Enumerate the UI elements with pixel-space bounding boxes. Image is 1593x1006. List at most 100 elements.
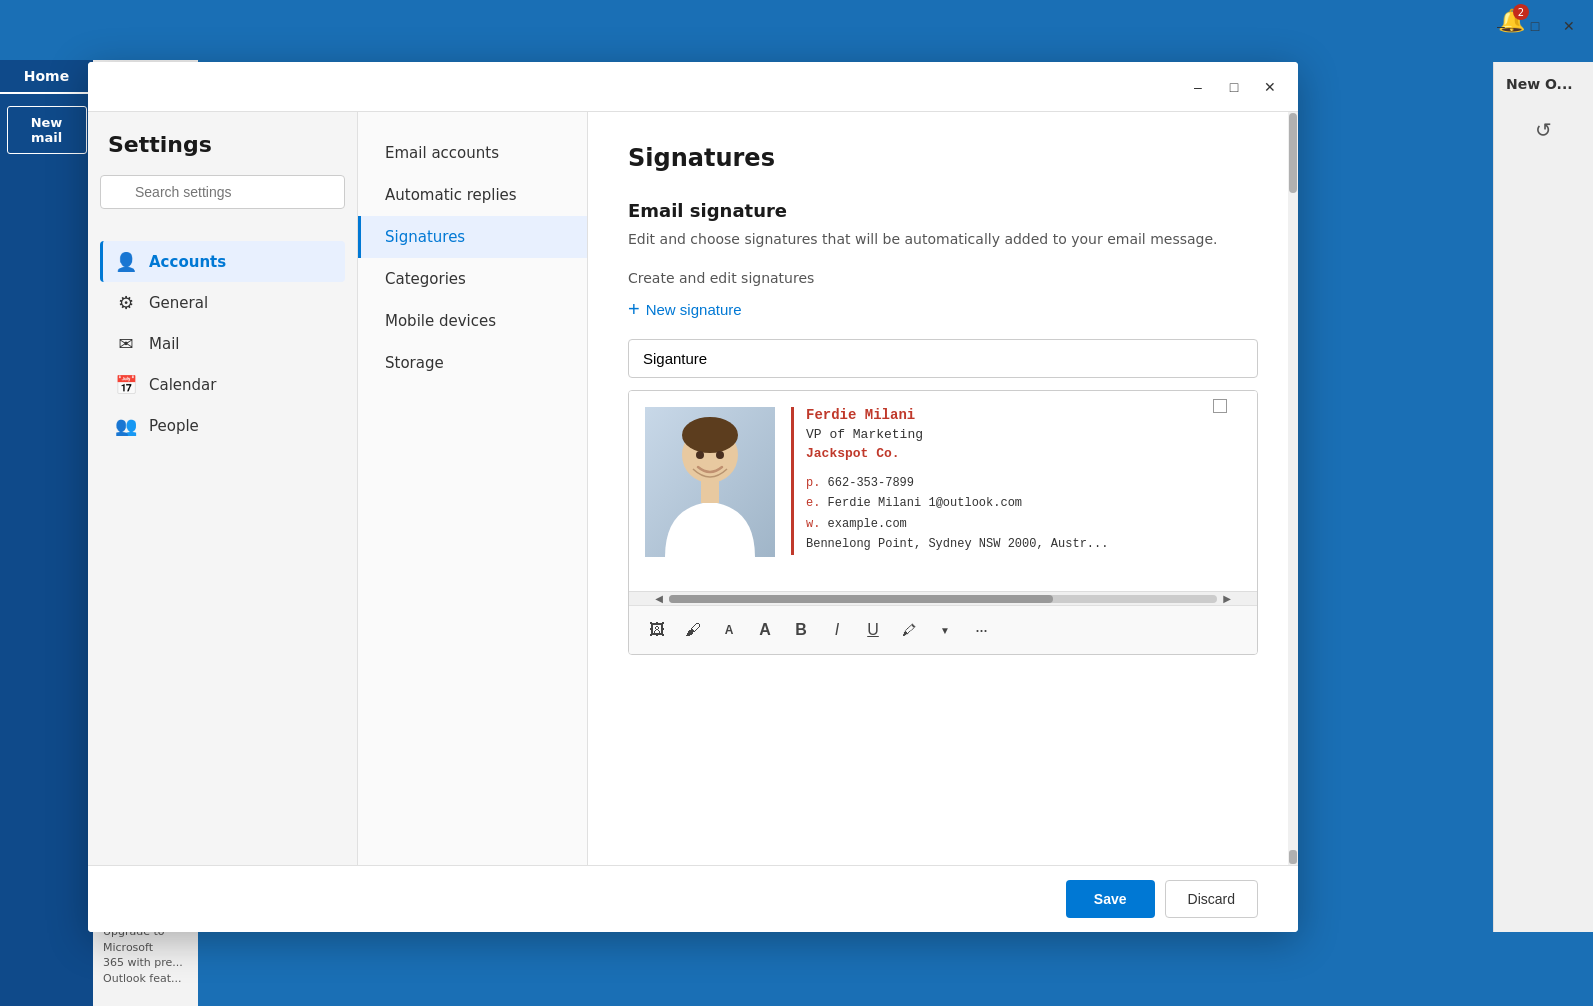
underline-button[interactable]: U xyxy=(857,614,889,646)
settings-subnav: Email accounts Automatic replies Signatu… xyxy=(358,112,588,865)
settings-nav: 👤 Accounts ⚙ General ✉ Mail 📅 Calendar xyxy=(100,241,345,446)
dialog-content: Settings 🔍 👤 Accounts ⚙ General ✉ xyxy=(88,112,1298,865)
subnav-categories[interactable]: Categories xyxy=(358,258,587,300)
signature-editor-container: Ferdie Milani VP of Marketing Jackspot C… xyxy=(628,390,1258,655)
accounts-icon: 👤 xyxy=(115,251,137,272)
search-settings-input[interactable] xyxy=(100,175,345,209)
settings-dialog: – □ ✕ Settings 🔍 👤 Accounts xyxy=(88,62,1298,932)
mail-icon: ✉ xyxy=(115,333,137,354)
horizontal-scrollbar-area: ◀ ▶ xyxy=(629,591,1257,605)
sig-email-line: e. Ferdie Milani 1@outlook.com xyxy=(806,493,1241,513)
svg-point-5 xyxy=(716,451,724,459)
scroll-left-button[interactable]: ◀ xyxy=(649,589,669,609)
paint-icon: 🖌 xyxy=(685,621,701,639)
highlight-dropdown-button[interactable]: ▼ xyxy=(929,614,961,646)
sig-web-line: w. example.com xyxy=(806,514,1241,534)
minimize-button[interactable]: – xyxy=(1485,10,1517,42)
email-signature-title: Email signature xyxy=(628,200,1258,221)
maximize-button[interactable]: □ xyxy=(1519,10,1551,42)
page-title: Signatures xyxy=(628,144,1258,172)
subnav-email-accounts[interactable]: Email accounts xyxy=(358,132,587,174)
subnav-automatic-replies[interactable]: Automatic replies xyxy=(358,174,587,216)
right-panel-peek: New O... ↺ xyxy=(1493,62,1593,932)
people-label: People xyxy=(149,417,199,435)
subnav-storage[interactable]: Storage xyxy=(358,342,587,384)
image-icon: 🖼 xyxy=(649,621,665,639)
calendar-icon: 📅 xyxy=(115,374,137,395)
settings-title: Settings xyxy=(100,132,345,157)
font-increase-icon: A xyxy=(759,621,771,639)
paint-button[interactable]: 🖌 xyxy=(677,614,709,646)
hscroll-track[interactable] xyxy=(669,595,1217,603)
dialog-close-button[interactable]: ✕ xyxy=(1254,71,1286,103)
sidebar-item-accounts[interactable]: 👤 Accounts xyxy=(100,241,345,282)
svg-point-2 xyxy=(682,417,738,453)
italic-button[interactable]: I xyxy=(821,614,853,646)
signature-layout: Ferdie Milani VP of Marketing Jackspot C… xyxy=(645,407,1241,557)
sig-phone-line: p. 662-353-7899 xyxy=(806,473,1241,493)
highlight-icon: 🖍 xyxy=(902,622,916,638)
highlight-button[interactable]: 🖍 xyxy=(893,614,925,646)
svg-point-4 xyxy=(696,451,704,459)
font-increase-button[interactable]: A xyxy=(749,614,781,646)
home-tab[interactable]: Home xyxy=(0,60,93,94)
more-options-button[interactable]: ··· xyxy=(965,614,997,646)
discard-button[interactable]: Discard xyxy=(1165,880,1258,918)
create-edit-label: Create and edit signatures xyxy=(628,270,1258,286)
outlook-background: 🔔 2 – □ ✕ Home New mail Favorites Inbox … xyxy=(0,0,1593,1006)
bold-button[interactable]: B xyxy=(785,614,817,646)
vertical-scrollbar[interactable] xyxy=(1288,112,1298,865)
settings-sidebar: Settings 🔍 👤 Accounts ⚙ General ✉ xyxy=(88,112,358,865)
new-mail-button[interactable]: New mail xyxy=(7,106,87,154)
scroll-right-button[interactable]: ▶ xyxy=(1217,589,1237,609)
undo-button[interactable]: ↺ xyxy=(1524,110,1564,150)
close-button[interactable]: ✕ xyxy=(1553,10,1585,42)
save-button[interactable]: Save xyxy=(1066,880,1155,918)
signature-text: Ferdie Milani VP of Marketing Jackspot C… xyxy=(791,407,1241,555)
plus-icon: + xyxy=(628,298,640,321)
email-signature-desc: Edit and choose signatures that will be … xyxy=(628,229,1258,250)
underline-icon: U xyxy=(867,621,879,639)
email-label: e. xyxy=(806,496,820,510)
font-decrease-button[interactable]: A xyxy=(713,614,745,646)
sidebar-item-general[interactable]: ⚙ General xyxy=(100,282,345,323)
dialog-titlebar: – □ ✕ xyxy=(88,62,1298,112)
italic-icon: I xyxy=(835,621,839,639)
sig-address-line: Bennelong Point, Sydney NSW 2000, Austr.… xyxy=(806,534,1241,554)
web-label: w. xyxy=(806,517,820,531)
bold-icon: B xyxy=(795,621,807,639)
subnav-signatures[interactable]: Signatures xyxy=(358,216,587,258)
top-ribbon-bar: 🔔 2 – □ ✕ xyxy=(0,0,1593,60)
settings-main-inner: Signatures Email signature Edit and choo… xyxy=(588,112,1298,707)
sidebar-item-people[interactable]: 👥 People xyxy=(100,405,345,446)
calendar-label: Calendar xyxy=(149,376,216,394)
dialog-controls: – □ ✕ xyxy=(1182,71,1286,103)
signature-editor-content[interactable]: Ferdie Milani VP of Marketing Jackspot C… xyxy=(629,391,1257,591)
dialog-maximize-button[interactable]: □ xyxy=(1218,71,1250,103)
insert-image-button[interactable]: 🖼 xyxy=(641,614,673,646)
signature-name-input[interactable] xyxy=(628,339,1258,378)
phone-label: p. xyxy=(806,476,820,490)
signature-toolbar: 🖼 🖌 A A B xyxy=(629,605,1257,654)
subnav-mobile-devices[interactable]: Mobile devices xyxy=(358,300,587,342)
sig-company: Jackspot Co. xyxy=(806,446,1241,461)
sidebar-item-calendar[interactable]: 📅 Calendar xyxy=(100,364,345,405)
sig-job-title: VP of Marketing xyxy=(806,427,1241,442)
sig-name: Ferdie Milani xyxy=(806,407,1241,423)
dialog-footer: Save Discard xyxy=(88,865,1298,932)
sig-checkbox[interactable] xyxy=(1213,399,1227,413)
outlook-left-nav: Home New mail xyxy=(0,60,93,1006)
accounts-label: Accounts xyxy=(149,253,226,271)
right-panel-title: New O... xyxy=(1494,62,1593,106)
window-controls: – □ ✕ xyxy=(1485,10,1585,42)
general-icon: ⚙ xyxy=(115,292,137,313)
people-icon: 👥 xyxy=(115,415,137,436)
general-label: General xyxy=(149,294,208,312)
new-signature-button[interactable]: + New signature xyxy=(628,298,742,321)
new-signature-label: New signature xyxy=(646,301,742,318)
chevron-down-icon: ▼ xyxy=(940,625,950,636)
web-value: example.com xyxy=(828,517,907,531)
dialog-minimize-button[interactable]: – xyxy=(1182,71,1214,103)
font-decrease-icon: A xyxy=(725,623,734,637)
sidebar-item-mail[interactable]: ✉ Mail xyxy=(100,323,345,364)
